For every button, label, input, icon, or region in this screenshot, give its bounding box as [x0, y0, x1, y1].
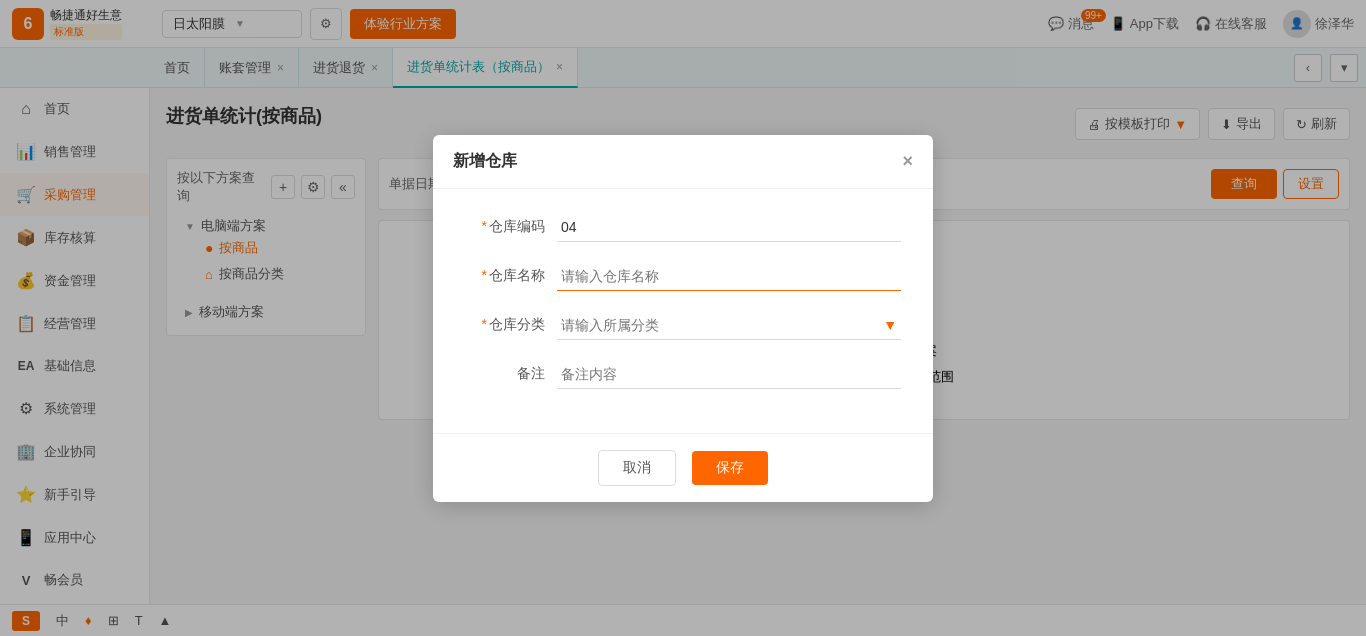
warehouse-note-row: 备注: [465, 360, 901, 389]
warehouse-name-input[interactable]: [557, 262, 901, 291]
warehouse-code-row: 仓库编码: [465, 213, 901, 242]
save-button[interactable]: 保存: [692, 451, 768, 485]
warehouse-category-input[interactable]: [561, 317, 883, 333]
warehouse-code-label: 仓库编码: [465, 218, 545, 236]
warehouse-category-label: 仓库分类: [465, 316, 545, 334]
modal-new-warehouse: 新增仓库 × 仓库编码 仓库名称 仓库分类 ▼: [433, 135, 933, 502]
cancel-button[interactable]: 取消: [598, 450, 676, 486]
modal-title: 新增仓库: [453, 151, 517, 172]
modal-footer: 取消 保存: [433, 433, 933, 502]
warehouse-category-row: 仓库分类 ▼: [465, 311, 901, 340]
warehouse-note-input[interactable]: [557, 360, 901, 389]
modal-close-button[interactable]: ×: [902, 152, 913, 170]
modal-body: 仓库编码 仓库名称 仓库分类 ▼ 备注: [433, 189, 933, 433]
warehouse-note-label: 备注: [465, 365, 545, 383]
warehouse-name-row: 仓库名称: [465, 262, 901, 291]
warehouse-name-label: 仓库名称: [465, 267, 545, 285]
modal-header: 新增仓库 ×: [433, 135, 933, 189]
warehouse-code-input[interactable]: [557, 213, 901, 242]
warehouse-category-select-wrap[interactable]: ▼: [557, 311, 901, 340]
modal-overlay[interactable]: 新增仓库 × 仓库编码 仓库名称 仓库分类 ▼: [0, 0, 1366, 636]
category-dropdown-icon: ▼: [883, 317, 897, 333]
